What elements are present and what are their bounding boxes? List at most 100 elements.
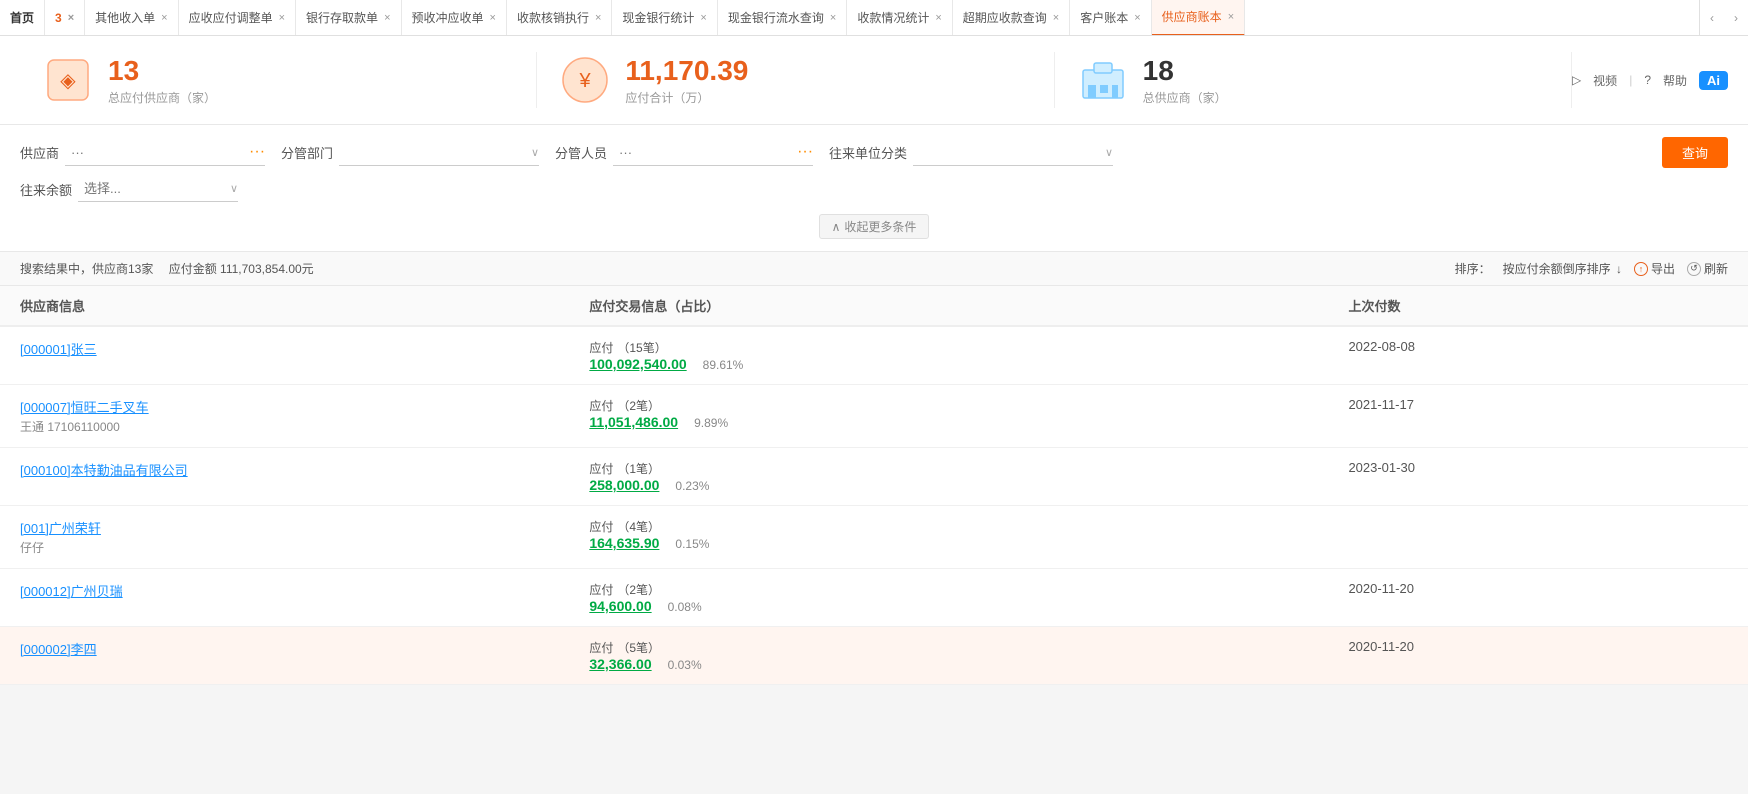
close-icon[interactable]: × bbox=[490, 12, 496, 24]
filter-row-1: 供应商 ··· 分管部门 ∨ 分管人员 ··· 往来单位分类 ∨ bbox=[20, 137, 1728, 168]
nav-prev-arrow[interactable]: ‹ bbox=[1700, 0, 1724, 36]
supplier-link-1[interactable]: [000001]张三 bbox=[20, 339, 589, 358]
ai-badge[interactable]: Ai bbox=[1699, 71, 1728, 90]
supplier-name-2[interactable]: 恒旺二手叉车 bbox=[71, 400, 149, 415]
supplier-link-2[interactable]: [000007]恒旺二手叉车 bbox=[20, 397, 589, 416]
tx-amount-6[interactable]: 32,366.00 bbox=[589, 656, 651, 672]
tx-amount-4[interactable]: 164,635.90 bbox=[589, 535, 659, 551]
balance-input[interactable] bbox=[78, 178, 230, 199]
close-icon[interactable]: × bbox=[161, 12, 167, 24]
collapse-button[interactable]: ∧ 收起更多条件 bbox=[819, 214, 930, 239]
summary-card-payable-suppliers: ◈ 13 总应付供应商（家） bbox=[20, 52, 537, 108]
lastpay-date-2: 2021-11-17 bbox=[1348, 397, 1414, 412]
nav-tab-3[interactable]: 3 × bbox=[45, 0, 85, 36]
nav-tab-cash-bank-stat-label: 现金银行统计 bbox=[622, 9, 694, 26]
tx-count-2: （2笔） bbox=[617, 397, 660, 414]
close-icon[interactable]: × bbox=[1228, 11, 1234, 23]
supplier-id-1[interactable]: [000001] bbox=[20, 342, 71, 357]
nav-tab-customer-ledger-label: 客户账本 bbox=[1080, 9, 1128, 26]
tx-row-3: 应付 （1笔） bbox=[589, 460, 1348, 477]
supplier-name-6[interactable]: 李四 bbox=[71, 642, 97, 657]
supplier-name-3[interactable]: 本特勤油品有限公司 bbox=[71, 463, 188, 478]
nav-next-arrow[interactable]: › bbox=[1724, 0, 1748, 36]
nav-tab-prepay[interactable]: 预收冲应收单 × bbox=[402, 0, 507, 36]
export-label: 导出 bbox=[1651, 260, 1675, 277]
nav-tab-other-income[interactable]: 其他收入单 × bbox=[85, 0, 178, 36]
payable-supplier-icon: ◈ bbox=[40, 52, 96, 108]
close-icon[interactable]: × bbox=[1134, 12, 1140, 24]
supplier-link-4[interactable]: [001]广州荣轩 bbox=[20, 518, 589, 537]
summary-bar: ◈ 13 总应付供应商（家） ¥ 11,170.39 应付合计（万） bbox=[0, 36, 1748, 125]
refresh-button[interactable]: ↺ 刷新 bbox=[1687, 260, 1728, 277]
person-dots-icon[interactable]: ··· bbox=[797, 143, 813, 161]
close-icon[interactable]: × bbox=[830, 12, 836, 24]
category-dropdown-icon[interactable]: ∨ bbox=[1105, 146, 1113, 159]
lastpay-date-5: 2020-11-20 bbox=[1348, 581, 1414, 596]
nav-tab-customer-ledger[interactable]: 客户账本 × bbox=[1070, 0, 1151, 36]
supplier-link-6[interactable]: [000002]李四 bbox=[20, 639, 589, 658]
refresh-circle-icon: ↺ bbox=[1687, 262, 1701, 276]
close-icon[interactable]: × bbox=[595, 12, 601, 24]
payable-supplier-count: 13 bbox=[108, 54, 216, 88]
nav-tab-cash-bank-stat[interactable]: 现金银行统计 × bbox=[612, 0, 717, 36]
nav-tab-receipt-exec[interactable]: 收款核销执行 × bbox=[507, 0, 612, 36]
supplier-id-4[interactable]: [001] bbox=[20, 521, 49, 536]
nav-tab-ar-adjustment[interactable]: 应收应付调整单 × bbox=[179, 0, 296, 36]
video-link[interactable]: 视频 bbox=[1593, 72, 1617, 89]
tx-amount-2[interactable]: 11,051,486.00 bbox=[589, 414, 678, 430]
tx-percent-3: 0.23% bbox=[675, 479, 709, 493]
nav-tab-receipt-exec-label: 收款核销执行 bbox=[517, 9, 589, 26]
nav-tab-cash-flow[interactable]: 现金银行流水查询 × bbox=[718, 0, 847, 36]
table-row: [000001]张三 应付 （15笔） 100,092,540.00 89.61… bbox=[0, 327, 1748, 385]
total-payable-label: 应付合计（万） bbox=[625, 89, 748, 106]
supplier-id-5[interactable]: [000012] bbox=[20, 584, 71, 599]
summary-card-total-suppliers: 18 总供应商（家） bbox=[1055, 52, 1572, 108]
balance-dropdown-icon[interactable]: ∨ bbox=[230, 182, 238, 195]
dept-input[interactable] bbox=[339, 142, 531, 163]
close-icon[interactable]: × bbox=[935, 12, 941, 24]
tx-amount-5[interactable]: 94,600.00 bbox=[589, 598, 651, 614]
nav-tab-home[interactable]: 首页 bbox=[0, 0, 45, 36]
nav-tab-bank-deposit[interactable]: 银行存取款单 × bbox=[296, 0, 401, 36]
supplier-info-1: [000001]张三 bbox=[20, 339, 589, 358]
lastpay-6: 2020-11-20 bbox=[1348, 639, 1728, 654]
supplier-link-3[interactable]: [000100]本特勤油品有限公司 bbox=[20, 460, 589, 479]
table-row: [000002]李四 应付 （5笔） 32,366.00 0.03% 2020-… bbox=[0, 627, 1748, 685]
person-input[interactable] bbox=[613, 142, 797, 163]
supplier-input[interactable] bbox=[65, 142, 249, 163]
table-row: [000012]广州贝瑞 应付 （2笔） 94,600.00 0.08% 202… bbox=[0, 569, 1748, 627]
supplier-name-1[interactable]: 张三 bbox=[71, 342, 97, 357]
close-icon[interactable]: × bbox=[68, 12, 74, 24]
payable-supplier-label: 总应付供应商（家） bbox=[108, 89, 216, 106]
close-icon[interactable]: × bbox=[1053, 12, 1059, 24]
collapse-label: 收起更多条件 bbox=[844, 218, 916, 235]
nav-tab-overdue[interactable]: 超期应收款查询 × bbox=[953, 0, 1070, 36]
supplier-name-4[interactable]: 广州荣轩 bbox=[49, 521, 101, 536]
filter-area: 供应商 ··· 分管部门 ∨ 分管人员 ··· 往来单位分类 ∨ bbox=[0, 125, 1748, 252]
supplier-name-5[interactable]: 广州贝瑞 bbox=[71, 584, 123, 599]
tx-amount-1[interactable]: 100,092,540.00 bbox=[589, 356, 686, 372]
category-input[interactable] bbox=[913, 142, 1105, 163]
close-icon[interactable]: × bbox=[700, 12, 706, 24]
search-button[interactable]: 查询 bbox=[1662, 137, 1728, 168]
tx-amount-3[interactable]: 258,000.00 bbox=[589, 477, 659, 493]
close-icon[interactable]: × bbox=[279, 12, 285, 24]
sort-selector[interactable]: 按应付余额倒序排序 ↓ bbox=[1503, 260, 1622, 277]
supplier-id-6[interactable]: [000002] bbox=[20, 642, 71, 657]
close-icon[interactable]: × bbox=[384, 12, 390, 24]
nav-tab-receipt-stat[interactable]: 收款情况统计 × bbox=[847, 0, 952, 36]
table-header: 供应商信息 应付交易信息（占比） 上次付数 bbox=[0, 286, 1748, 327]
supplier-link-5[interactable]: [000012]广州贝瑞 bbox=[20, 581, 589, 600]
nav-tab-ar-adjustment-label: 应收应付调整单 bbox=[189, 9, 273, 26]
dept-dropdown-icon[interactable]: ∨ bbox=[531, 146, 539, 159]
export-button[interactable]: ↑ 导出 bbox=[1634, 260, 1675, 277]
tx-amount-row-5: 94,600.00 0.08% bbox=[589, 598, 1348, 614]
supplier-dots-icon[interactable]: ··· bbox=[249, 143, 265, 161]
nav-tab-supplier-ledger[interactable]: 供应商账本 × bbox=[1152, 0, 1245, 36]
tx-type-4: 应付 bbox=[589, 518, 613, 535]
help-link[interactable]: 帮助 bbox=[1663, 72, 1687, 89]
supplier-id-3[interactable]: [000100] bbox=[20, 463, 71, 478]
data-table: 供应商信息 应付交易信息（占比） 上次付数 [000001]张三 应付 （15笔… bbox=[0, 286, 1748, 685]
supplier-id-2[interactable]: [000007] bbox=[20, 400, 71, 415]
tx-row-6: 应付 （5笔） bbox=[589, 639, 1348, 656]
